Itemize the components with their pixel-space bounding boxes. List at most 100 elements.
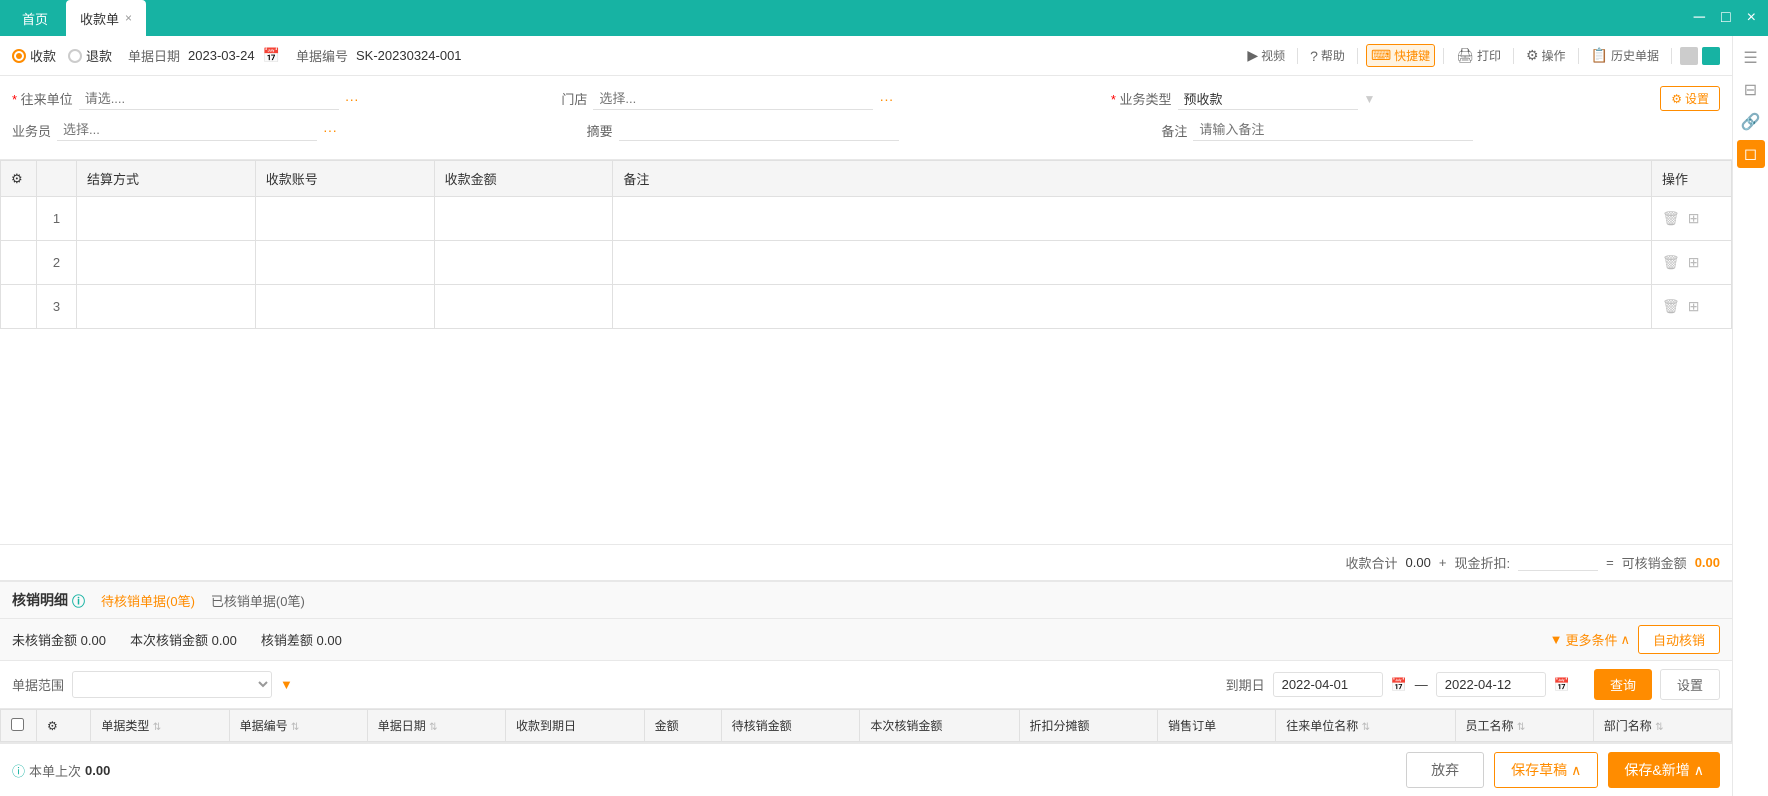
delete-icon-2[interactable]: 🗑	[1662, 254, 1680, 271]
th-gear[interactable]: ⚙	[37, 710, 91, 742]
discount-input[interactable]	[1518, 555, 1598, 571]
td-account-2[interactable]	[255, 241, 434, 285]
right-panel-icon-4[interactable]: ◻	[1737, 140, 1765, 168]
print-label: 打印	[1477, 47, 1501, 64]
form-settings-btn[interactable]: ⚙ 设置	[1660, 86, 1720, 111]
layout-icon-2[interactable]	[1702, 47, 1720, 65]
delete-icon-3[interactable]: 🗑	[1662, 298, 1680, 315]
radio-receipt-circle	[12, 49, 26, 63]
range-select[interactable]	[72, 671, 272, 698]
business-type-arrow[interactable]: ▼	[1364, 92, 1376, 106]
more-conditions-btn[interactable]: ▼ 更多条件 ∧	[1550, 630, 1630, 649]
right-panel-icon-3[interactable]: 🔗	[1737, 108, 1765, 136]
due-date-label: 到期日	[1226, 675, 1265, 694]
tab-close-icon[interactable]: ×	[125, 11, 132, 25]
td-settlement-3[interactable]	[77, 285, 256, 329]
verify-label: 可核销金额	[1622, 553, 1687, 572]
date-from-input[interactable]	[1273, 672, 1383, 697]
done-tab-link[interactable]: 已核销单据(0笔)	[211, 591, 305, 610]
salesperson-more-icon[interactable]: ···	[323, 122, 337, 138]
counterpart-more-icon[interactable]: ···	[345, 91, 359, 107]
print-btn[interactable]: 🖨 打印	[1452, 45, 1505, 66]
summary-input[interactable]	[619, 119, 899, 141]
operations-btn[interactable]: ⚙ 操作	[1522, 45, 1570, 66]
tab-home[interactable]: 首页	[8, 0, 62, 36]
hexiao-settings-btn[interactable]: 设置	[1660, 669, 1720, 700]
sort-doc-date[interactable]: ⇅	[429, 722, 437, 733]
range-arrow[interactable]: ▼	[280, 677, 293, 692]
table-header-row: ⚙ 结算方式 收款账号 收款金额 备注 操作	[1, 161, 1732, 197]
cal-icon-1[interactable]: 📅	[1391, 677, 1407, 693]
td-remarks-3[interactable]	[613, 285, 1652, 329]
business-type-input[interactable]	[1178, 88, 1358, 110]
hexiao-header: 核销明细 ⓘ 待核销单据(0笔) 已核销单据(0笔)	[0, 582, 1732, 619]
tab-bar: 首页 收款单 × ─ □ ×	[0, 0, 1768, 36]
history-btn[interactable]: 📋 历史单据	[1587, 45, 1663, 66]
range-label: 单据范围	[12, 675, 64, 694]
auto-hexiao-btn[interactable]: 自动核销	[1638, 625, 1720, 654]
window-close[interactable]: ×	[1743, 9, 1760, 27]
window-maximize[interactable]: □	[1717, 9, 1735, 27]
save-new-arrow[interactable]: ∧	[1694, 762, 1704, 779]
store-input[interactable]	[593, 88, 873, 110]
radio-refund[interactable]: 退款	[68, 46, 112, 65]
td-remarks-1[interactable]	[613, 197, 1652, 241]
doc-date-value[interactable]: 2023-03-24	[188, 48, 255, 63]
save-draft-arrow[interactable]: ∧	[1571, 762, 1581, 779]
copy-icon-1[interactable]: ⊞	[1688, 210, 1700, 227]
save-new-btn[interactable]: 保存&新增 ∧	[1608, 752, 1720, 788]
th-settlement: 结算方式	[77, 161, 256, 197]
sort-staff[interactable]: ⇅	[1517, 722, 1525, 733]
remarks-input[interactable]	[1193, 119, 1473, 141]
copy-icon-2[interactable]: ⊞	[1688, 254, 1700, 271]
salesperson-input[interactable]	[57, 119, 317, 141]
th-amount: 收款金额	[434, 161, 613, 197]
copy-icon-3[interactable]: ⊞	[1688, 298, 1700, 315]
td-account-1[interactable]	[255, 197, 434, 241]
hexiao-info-icon[interactable]: ⓘ	[72, 591, 85, 610]
query-btn[interactable]: 查询	[1594, 669, 1652, 700]
discount-label: 现金折扣:	[1454, 553, 1510, 572]
tab-home-label: 首页	[22, 9, 48, 28]
right-panel-icon-2[interactable]: ⊟	[1737, 76, 1765, 104]
td-settlement-1[interactable]	[77, 197, 256, 241]
delete-icon-1[interactable]: 🗑	[1662, 210, 1680, 227]
window-minimize[interactable]: ─	[1690, 9, 1709, 27]
td-account-3[interactable]	[255, 285, 434, 329]
td-amount-3[interactable]	[434, 285, 613, 329]
th-doc-date: 单据日期 ⇅	[367, 710, 505, 742]
sort-counterpart[interactable]: ⇅	[1362, 722, 1370, 733]
save-draft-btn[interactable]: 保存草稿 ∧	[1494, 752, 1598, 788]
sort-doc-no[interactable]: ⇅	[291, 722, 299, 733]
salesperson-label: 业务员	[12, 121, 51, 140]
divider-4	[1513, 48, 1514, 64]
td-amount-1[interactable]	[434, 197, 613, 241]
date-to-input[interactable]	[1436, 672, 1546, 697]
video-btn[interactable]: ▶ 视频	[1243, 45, 1289, 66]
store-label: 门店	[561, 89, 587, 108]
sort-doc-type[interactable]: ⇅	[153, 722, 161, 733]
cal-icon-2[interactable]: 📅	[1554, 677, 1570, 693]
select-all-checkbox[interactable]	[11, 718, 24, 731]
td-settlement-2[interactable]	[77, 241, 256, 285]
right-panel-icon-1[interactable]: ☰	[1737, 44, 1765, 72]
counterpart-input[interactable]	[79, 88, 339, 110]
verify-value: 0.00	[1695, 555, 1720, 570]
abandon-btn[interactable]: 放弃	[1406, 752, 1484, 788]
th-settings[interactable]: ⚙	[1, 161, 37, 197]
pending-tab-link[interactable]: 待核销单据(0笔)	[101, 591, 195, 610]
td-remarks-2[interactable]	[613, 241, 1652, 285]
td-amount-2[interactable]	[434, 241, 613, 285]
help-btn[interactable]: ? 帮助	[1306, 45, 1349, 66]
shortcut-btn[interactable]: ⌨ 快捷键	[1366, 44, 1435, 67]
doc-date-label: 单据日期	[128, 46, 180, 65]
layout-icon-1[interactable]	[1680, 47, 1698, 65]
tab-current[interactable]: 收款单 ×	[66, 0, 146, 36]
radio-receipt[interactable]: 收款	[12, 46, 56, 65]
store-more-icon[interactable]: ···	[879, 91, 893, 107]
date-separator: —	[1415, 677, 1428, 692]
hexiao-table-container: ⚙ 单据类型 ⇅ 单据编号 ⇅ 单据日期 ⇅	[0, 709, 1732, 742]
range-field: 单据范围 ▼	[12, 671, 1202, 698]
sort-department[interactable]: ⇅	[1655, 722, 1663, 733]
calendar-icon[interactable]: 📅	[263, 47, 280, 64]
